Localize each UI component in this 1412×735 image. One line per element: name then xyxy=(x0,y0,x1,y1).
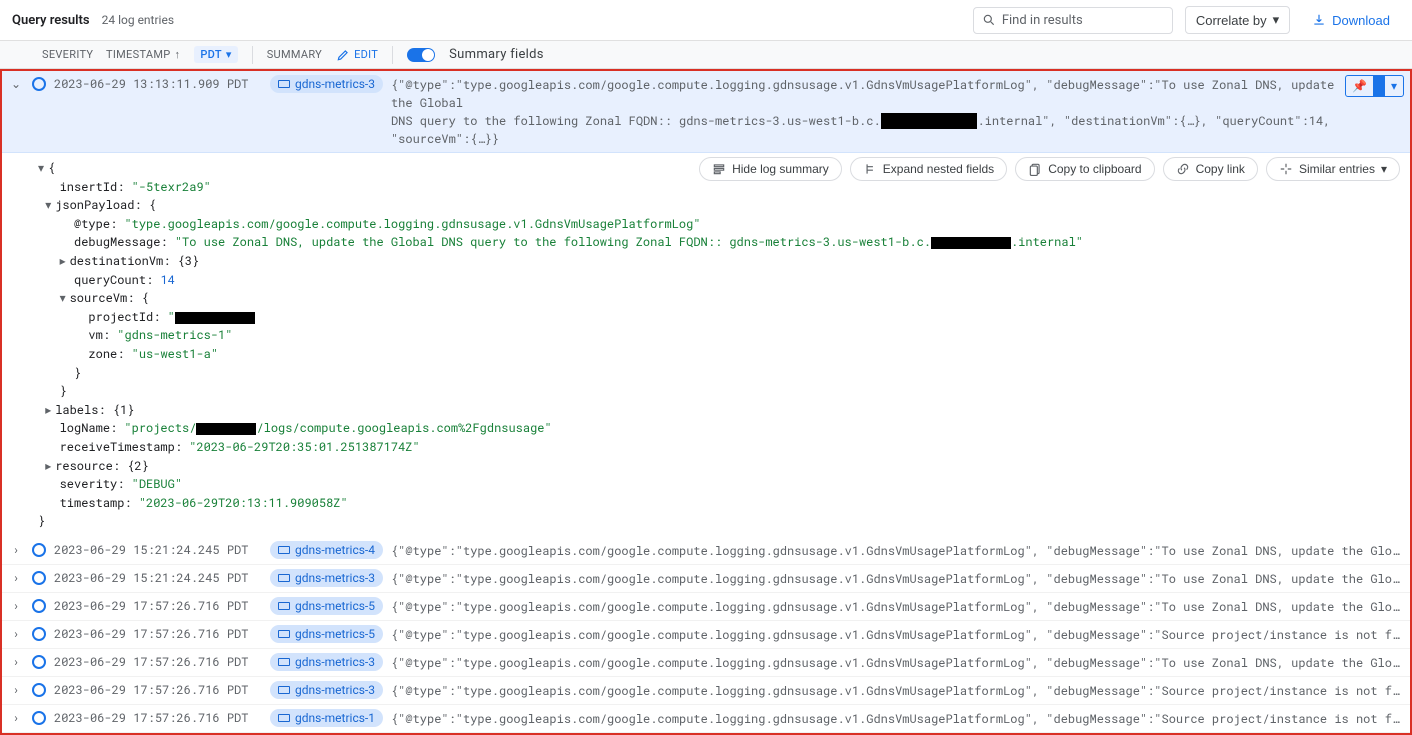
download-button[interactable]: Download xyxy=(1302,8,1400,33)
log-row-expanded[interactable]: ⌄ 2023-06-29 13:13:11.909 PDT gdns-metri… xyxy=(2,71,1410,153)
sort-asc-icon: ↑ xyxy=(175,48,181,61)
vm-icon xyxy=(278,686,290,694)
timestamp-cell: 2023-06-29 17:57:26.716 PDT xyxy=(54,681,244,698)
timestamp-cell: 2023-06-29 17:57:26.716 PDT xyxy=(54,597,244,614)
timestamp-cell: 2023-06-29 17:57:26.716 PDT xyxy=(54,625,244,642)
summary-cell: {"@type":"type.googleapis.com/google.com… xyxy=(391,653,1404,672)
severity-debug-icon xyxy=(32,599,46,613)
detail-toolbar: Hide log summary Expand nested fields Co… xyxy=(699,157,1400,181)
hide-log-summary-button[interactable]: Hide log summary xyxy=(699,157,842,181)
sparkle-icon xyxy=(1279,162,1293,176)
timestamp-cell: 2023-06-29 17:57:26.716 PDT xyxy=(54,709,244,726)
log-row[interactable]: › 2023-06-29 17:57:26.716 PDT gdns-metrics… xyxy=(2,705,1410,733)
expand-icon[interactable]: › xyxy=(8,653,24,669)
resource-chip[interactable]: gdns-metrics-5 xyxy=(270,597,383,615)
collapse-icon[interactable]: ⌄ xyxy=(8,75,24,91)
results-toolbar: Query results 24 log entries Find in res… xyxy=(0,0,1412,41)
expand-icon[interactable]: › xyxy=(8,681,24,697)
log-row[interactable]: › 2023-06-29 17:57:26.716 PDT gdns-metrics… xyxy=(2,649,1410,677)
pencil-icon xyxy=(336,48,350,62)
summary-cell: {"@type":"type.googleapis.com/google.com… xyxy=(391,625,1404,644)
expand-icon[interactable]: › xyxy=(8,625,24,641)
summary-cell: {"@type":"type.googleapis.com/google.com… xyxy=(391,541,1404,560)
resource-chip[interactable]: gdns-metrics-1 xyxy=(270,709,383,727)
log-row[interactable]: › 2023-06-29 17:57:26.716 PDT gdns-metrics… xyxy=(2,593,1410,621)
summary-cell: {"@type":"type.googleapis.com/google.com… xyxy=(391,681,1404,700)
expand-icon[interactable]: › xyxy=(8,569,24,585)
log-detail-pane: Hide log summary Expand nested fields Co… xyxy=(2,153,1410,537)
vm-icon xyxy=(278,574,290,582)
col-severity: SEVERITY xyxy=(42,48,92,61)
download-icon xyxy=(1312,13,1326,27)
col-summary: SUMMARY xyxy=(267,48,322,61)
summary-fields-label: Summary fields xyxy=(449,47,544,62)
chevron-down-icon: ▾ xyxy=(1273,12,1280,28)
severity-debug-icon xyxy=(32,683,46,697)
results-title: Query results xyxy=(12,13,90,28)
json-tree: ▾{ insertId: "-5texr2a9" ▾jsonPayload: {… xyxy=(38,159,1398,531)
chevron-down-icon: ▾ xyxy=(1381,162,1387,176)
timezone-selector[interactable]: PDT ▾ xyxy=(194,46,237,63)
link-icon xyxy=(1176,162,1190,176)
severity-debug-icon xyxy=(32,711,46,725)
severity-debug-icon xyxy=(32,655,46,669)
search-placeholder: Find in results xyxy=(1002,13,1083,28)
results-count: 24 log entries xyxy=(102,13,174,27)
pin-entry-button[interactable]: 📌 ▾ xyxy=(1345,75,1404,97)
log-row[interactable]: › 2023-06-29 15:21:24.245 PDT gdns-metrics… xyxy=(2,565,1410,593)
vm-icon xyxy=(278,714,290,722)
vm-icon xyxy=(278,546,290,554)
copy-link-button[interactable]: Copy link xyxy=(1163,157,1258,181)
edit-summary-button[interactable]: EDIT xyxy=(336,48,378,62)
log-row[interactable]: › 2023-06-29 17:57:26.716 PDT gdns-metrics… xyxy=(2,677,1410,705)
timestamp-cell: 2023-06-29 13:13:11.909 PDT xyxy=(54,75,244,92)
expand-icon[interactable]: › xyxy=(8,597,24,613)
summary-cell: {"@type":"type.googleapis.com/google.com… xyxy=(391,569,1404,588)
redacted-text xyxy=(175,312,255,324)
timestamp-cell: 2023-06-29 15:21:24.245 PDT xyxy=(54,541,244,558)
column-header-row: SEVERITY TIMESTAMP ↑ PDT ▾ SUMMARY EDIT … xyxy=(0,41,1412,69)
summary-icon xyxy=(712,162,726,176)
resource-chip[interactable]: gdns-metrics-5 xyxy=(270,625,383,643)
vm-icon xyxy=(278,80,290,88)
redacted-text xyxy=(196,423,256,435)
severity-debug-icon xyxy=(32,627,46,641)
clipboard-icon xyxy=(1028,162,1042,176)
summary-cell: {"@type":"type.googleapis.com/google.com… xyxy=(391,75,1337,148)
pin-icon: 📌 xyxy=(1346,79,1373,93)
log-row[interactable]: › 2023-06-29 15:21:24.245 PDT gdns-metrics… xyxy=(2,537,1410,565)
resource-chip[interactable]: gdns-metrics-3 xyxy=(270,75,383,93)
vm-icon xyxy=(278,630,290,638)
expand-icon xyxy=(863,162,877,176)
resource-chip[interactable]: gdns-metrics-4 xyxy=(270,541,383,559)
search-icon xyxy=(982,13,996,27)
timestamp-cell: 2023-06-29 17:57:26.716 PDT xyxy=(54,653,244,670)
col-timestamp[interactable]: TIMESTAMP ↑ xyxy=(106,48,180,61)
summary-fields-toggle[interactable] xyxy=(407,48,435,62)
expand-icon[interactable]: › xyxy=(8,541,24,557)
redacted-text: xxxx xyxy=(881,113,978,129)
resource-chip[interactable]: gdns-metrics-3 xyxy=(270,681,383,699)
find-in-results-input[interactable]: Find in results xyxy=(973,7,1173,34)
log-row[interactable]: › 2023-06-29 17:57:26.716 PDT gdns-metrics… xyxy=(2,621,1410,649)
vm-icon xyxy=(278,658,290,666)
redacted-text xyxy=(931,237,1011,249)
severity-debug-icon xyxy=(32,571,46,585)
expand-nested-fields-button[interactable]: Expand nested fields xyxy=(850,157,1007,181)
chevron-down-icon: ▾ xyxy=(226,48,232,61)
expand-icon[interactable]: › xyxy=(8,709,24,725)
severity-debug-icon xyxy=(32,77,46,91)
timestamp-cell: 2023-06-29 15:21:24.245 PDT xyxy=(54,569,244,586)
summary-cell: {"@type":"type.googleapis.com/google.com… xyxy=(391,709,1404,728)
correlate-by-button[interactable]: Correlate by ▾ xyxy=(1185,6,1290,34)
resource-chip[interactable]: gdns-metrics-3 xyxy=(270,653,383,671)
summary-cell: {"@type":"type.googleapis.com/google.com… xyxy=(391,597,1404,616)
chevron-down-icon: ▾ xyxy=(1385,79,1403,93)
similar-entries-button[interactable]: Similar entries ▾ xyxy=(1266,157,1400,181)
copy-to-clipboard-button[interactable]: Copy to clipboard xyxy=(1015,157,1154,181)
severity-debug-icon xyxy=(32,543,46,557)
resource-chip[interactable]: gdns-metrics-3 xyxy=(270,569,383,587)
log-entries-panel: ⌄ 2023-06-29 13:13:11.909 PDT gdns-metri… xyxy=(0,69,1412,735)
vm-icon xyxy=(278,602,290,610)
